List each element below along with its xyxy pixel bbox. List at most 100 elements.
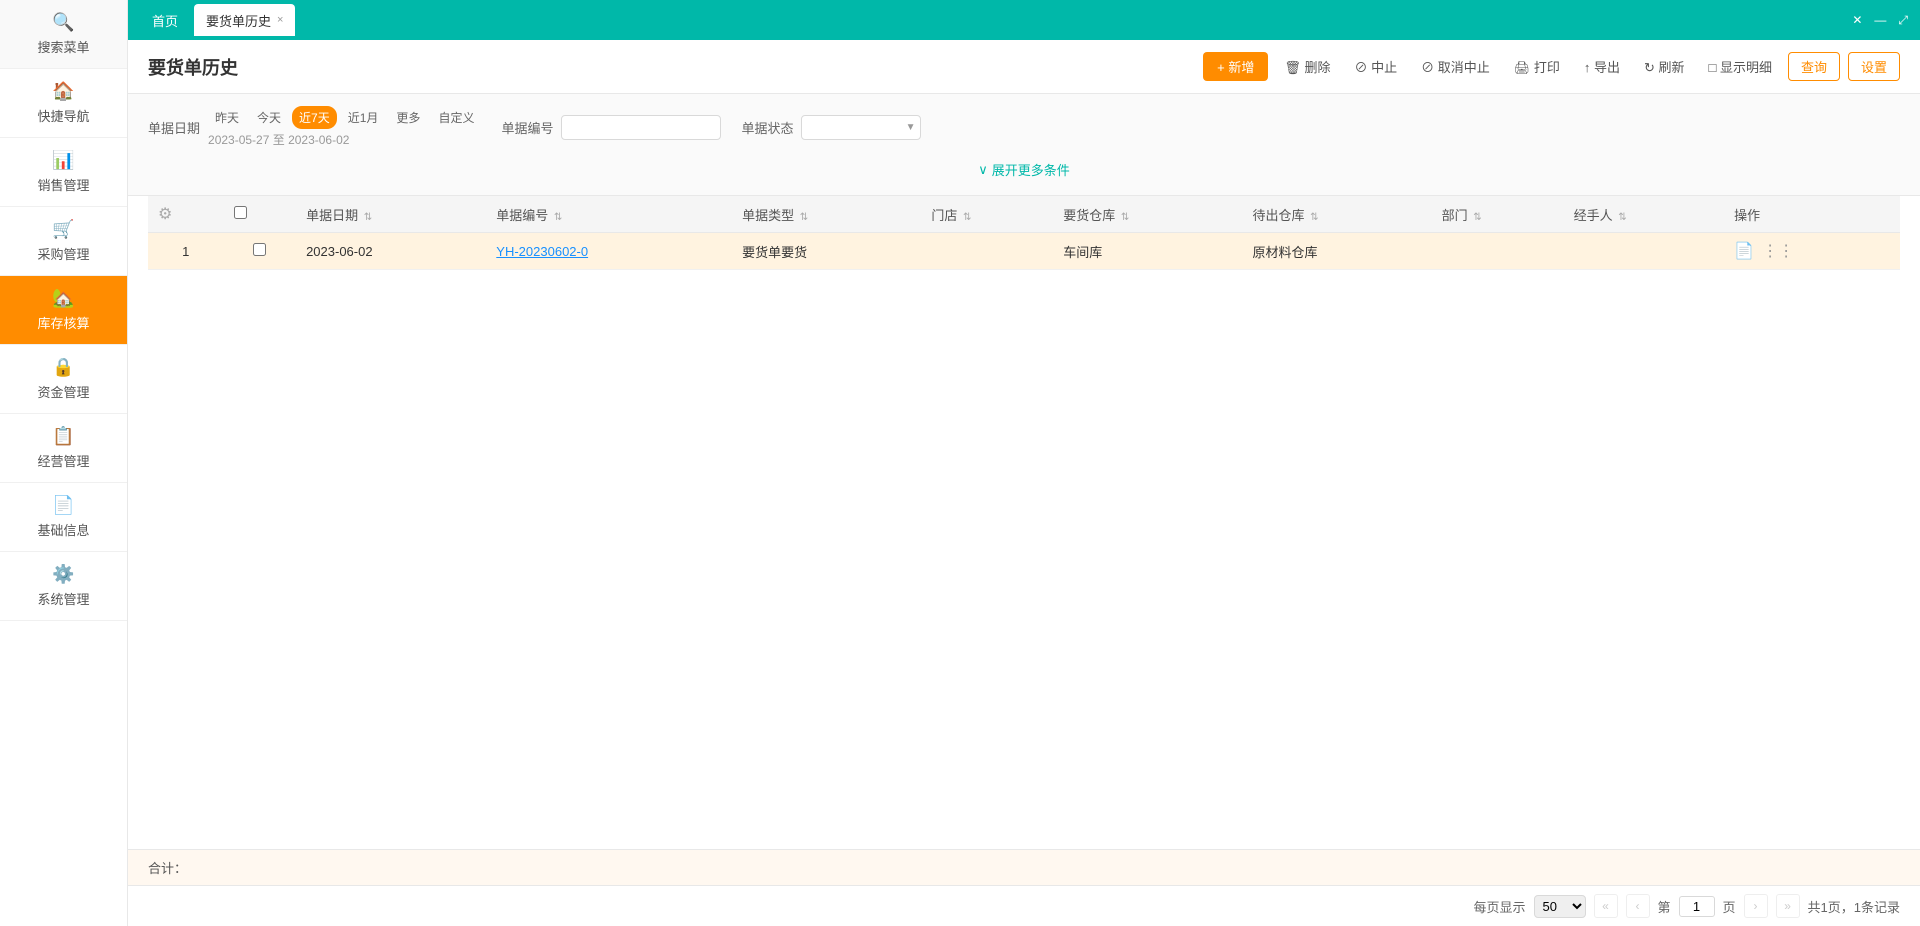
tab-history[interactable]: 要货单历史 × bbox=[194, 4, 295, 36]
row-edit-icon-0[interactable]: 📄 bbox=[1734, 241, 1754, 261]
row-pending-warehouse-0: 原材料仓库 bbox=[1242, 233, 1431, 270]
sort-icon-pending-warehouse: ⇅ bbox=[1310, 212, 1318, 223]
date-btn-today[interactable]: 今天 bbox=[250, 106, 288, 129]
row-more-icon-0[interactable]: ⋮⋮ bbox=[1762, 241, 1794, 261]
row-select-0[interactable] bbox=[253, 243, 266, 256]
col-handler: 经手人 ⇅ bbox=[1564, 196, 1725, 233]
expand-label: 展开更多条件 bbox=[992, 160, 1070, 179]
col-store: 门店 ⇅ bbox=[921, 196, 1053, 233]
row-department-0 bbox=[1432, 233, 1564, 270]
sidebar-label-sales: 销售管理 bbox=[37, 175, 89, 194]
topbar-maximize-btn[interactable]: ⤢ bbox=[1898, 13, 1908, 28]
sidebar-label-purchase: 采购管理 bbox=[37, 244, 89, 263]
refresh-button[interactable]: ↻ 刷新 bbox=[1636, 53, 1693, 80]
tab-close-history[interactable]: × bbox=[277, 14, 283, 26]
date-filter-group: 单据日期 昨天今天近7天近1月更多自定义2023-05-27 至 2023-06… bbox=[148, 106, 481, 148]
tab-home[interactable]: 首页 bbox=[140, 4, 190, 36]
data-table: ⚙ 单据日期 ⇅ 单据编号 ⇅ 单据类型 ⇅ 门店 ⇅ 要货仓库 ⇅ 待出仓库 … bbox=[148, 196, 1900, 270]
sidebar-label-quick-nav: 快捷导航 bbox=[37, 106, 89, 125]
sort-icon-department: ⇅ bbox=[1473, 212, 1481, 223]
sidebar-label-basic: 基础信息 bbox=[37, 520, 89, 539]
sidebar-item-system[interactable]: ⚙️系统管理 bbox=[0, 552, 127, 621]
col-req-warehouse: 要货仓库 ⇅ bbox=[1053, 196, 1242, 233]
page-info: 共1页，1条记录 bbox=[1808, 897, 1900, 916]
date-btn-last7[interactable]: 近7天 bbox=[292, 106, 337, 129]
new-button[interactable]: + 新增 bbox=[1203, 52, 1268, 81]
topbar-minimize-btn[interactable]: — bbox=[1874, 13, 1886, 27]
pagination-bar: 每页显示 50 10 20 100 « ‹ 第 页 › » 共1页，1条记录 bbox=[128, 885, 1920, 926]
page-number-input[interactable] bbox=[1679, 896, 1715, 917]
first-page-btn[interactable]: « bbox=[1594, 894, 1618, 918]
date-btn-yesterday[interactable]: 昨天 bbox=[208, 106, 246, 129]
col-action: 操作 bbox=[1724, 196, 1900, 233]
system-icon: ⚙️ bbox=[52, 564, 74, 585]
sidebar-item-quick-nav[interactable]: 🏠快捷导航 bbox=[0, 69, 127, 138]
sidebar-item-purchase[interactable]: 🛒采购管理 bbox=[0, 207, 127, 276]
display-detail-button[interactable]: □ 显示明细 bbox=[1701, 53, 1780, 80]
tab-label-history: 要货单历史 bbox=[206, 11, 271, 30]
col-settings: ⚙ bbox=[148, 196, 224, 233]
page-size-select[interactable]: 50 10 20 100 bbox=[1534, 895, 1586, 918]
topbar: 首页要货单历史 × ✕ — ⤢ bbox=[128, 0, 1920, 40]
date-buttons: 昨天今天近7天近1月更多自定义2023-05-27 至 2023-06-02 bbox=[208, 106, 481, 148]
sidebar-label-inventory: 库存核算 bbox=[37, 313, 89, 332]
doc-number-input[interactable] bbox=[561, 115, 721, 140]
select-all-checkbox[interactable] bbox=[234, 206, 247, 219]
row-actions-0: 📄 ⋮⋮ bbox=[1724, 233, 1900, 270]
next-page-btn[interactable]: › bbox=[1744, 894, 1768, 918]
table-container: ⚙ 单据日期 ⇅ 单据编号 ⇅ 单据类型 ⇅ 门店 ⇅ 要货仓库 ⇅ 待出仓库 … bbox=[128, 196, 1920, 849]
col-doc-date: 单据日期 ⇅ bbox=[296, 196, 486, 233]
stop-button[interactable]: ⊘ 中止 bbox=[1346, 53, 1405, 80]
export-button[interactable]: ↑ 导出 bbox=[1576, 53, 1628, 80]
sidebar-item-finance[interactable]: 🔒资金管理 bbox=[0, 345, 127, 414]
toolbar: + 新增 🗑 删除 ⊘ 中止 ⊘ 取消中止 🖨 打印 ↑ 导出 ↻ 刷新 □ 显… bbox=[1203, 52, 1900, 81]
date-btn-last_month[interactable]: 近1月 bbox=[341, 106, 386, 129]
page-title: 要货单历史 bbox=[148, 54, 1203, 80]
sort-icon-req-warehouse: ⇅ bbox=[1121, 212, 1129, 223]
last-page-btn[interactable]: » bbox=[1776, 894, 1800, 918]
delete-button[interactable]: 🗑 删除 bbox=[1276, 53, 1338, 80]
sidebar-item-inventory[interactable]: 🏡库存核算 bbox=[0, 276, 127, 345]
doc-status-label: 单据状态 bbox=[741, 118, 793, 137]
doc-status-select[interactable] bbox=[801, 115, 921, 140]
main-area: 首页要货单历史× ✕ — ⤢ 要货单历史 + 新增 🗑 删除 ⊘ 中止 ⊘ 取消… bbox=[128, 0, 1920, 926]
expand-icon: ∨ bbox=[978, 162, 988, 178]
query-button[interactable]: 查询 bbox=[1788, 52, 1840, 81]
sidebar-item-operations[interactable]: 📋经营管理 bbox=[0, 414, 127, 483]
settings-button[interactable]: 设置 bbox=[1848, 52, 1900, 81]
sort-icon-doc-type: ⇅ bbox=[800, 212, 808, 223]
expand-row: ∨ 展开更多条件 bbox=[148, 156, 1900, 183]
doc-number-link-0[interactable]: YH-20230602-0 bbox=[496, 244, 588, 259]
date-btn-custom[interactable]: 自定义 bbox=[431, 106, 481, 129]
sidebar-label-finance: 资金管理 bbox=[37, 382, 89, 401]
doc-status-select-wrapper: ▼ bbox=[801, 115, 921, 140]
table-header: ⚙ 单据日期 ⇅ 单据编号 ⇅ 单据类型 ⇅ 门店 ⇅ 要货仓库 ⇅ 待出仓库 … bbox=[148, 196, 1900, 233]
content-area: 要货单历史 + 新增 🗑 删除 ⊘ 中止 ⊘ 取消中止 🖨 打印 ↑ 导出 ↻ … bbox=[128, 40, 1920, 926]
cancel-stop-button[interactable]: ⊘ 取消中止 bbox=[1413, 53, 1498, 80]
sidebar-item-sales[interactable]: 📊销售管理 bbox=[0, 138, 127, 207]
table-footer: 合计： bbox=[128, 849, 1920, 885]
col-department: 部门 ⇅ bbox=[1432, 196, 1564, 233]
col-pending-warehouse: 待出仓库 ⇅ bbox=[1242, 196, 1431, 233]
row-doc-date-0: 2023-06-02 bbox=[296, 233, 486, 270]
page-prefix-label: 第 bbox=[1658, 897, 1671, 916]
row-req-warehouse-0: 车间库 bbox=[1053, 233, 1242, 270]
sort-icon-doc-number: ⇅ bbox=[554, 212, 562, 223]
sort-icon-doc-date: ⇅ bbox=[364, 212, 372, 223]
sidebar-item-basic[interactable]: 📄基础信息 bbox=[0, 483, 127, 552]
sidebar: 🔍搜索菜单🏠快捷导航📊销售管理🛒采购管理🏡库存核算🔒资金管理📋经营管理📄基础信息… bbox=[0, 0, 128, 926]
column-settings-icon[interactable]: ⚙ bbox=[158, 206, 172, 223]
date-filter-label: 单据日期 bbox=[148, 118, 200, 137]
expand-conditions-btn[interactable]: ∨ 展开更多条件 bbox=[970, 156, 1078, 183]
row-checkbox-0 bbox=[224, 233, 297, 270]
footer-total-label: 合计： bbox=[148, 858, 187, 877]
date-btn-more[interactable]: 更多 bbox=[389, 106, 427, 129]
topbar-right: ✕ — ⤢ bbox=[1852, 13, 1908, 28]
topbar-close-btn[interactable]: ✕ bbox=[1852, 13, 1862, 27]
print-button[interactable]: 🖨 打印 bbox=[1506, 53, 1568, 80]
sidebar-item-search-menu[interactable]: 🔍搜索菜单 bbox=[0, 0, 127, 69]
row-doc-type-0: 要货单要货 bbox=[732, 233, 921, 270]
row-handler-0 bbox=[1564, 233, 1725, 270]
col-doc-type: 单据类型 ⇅ bbox=[732, 196, 921, 233]
prev-page-btn[interactable]: ‹ bbox=[1626, 894, 1650, 918]
